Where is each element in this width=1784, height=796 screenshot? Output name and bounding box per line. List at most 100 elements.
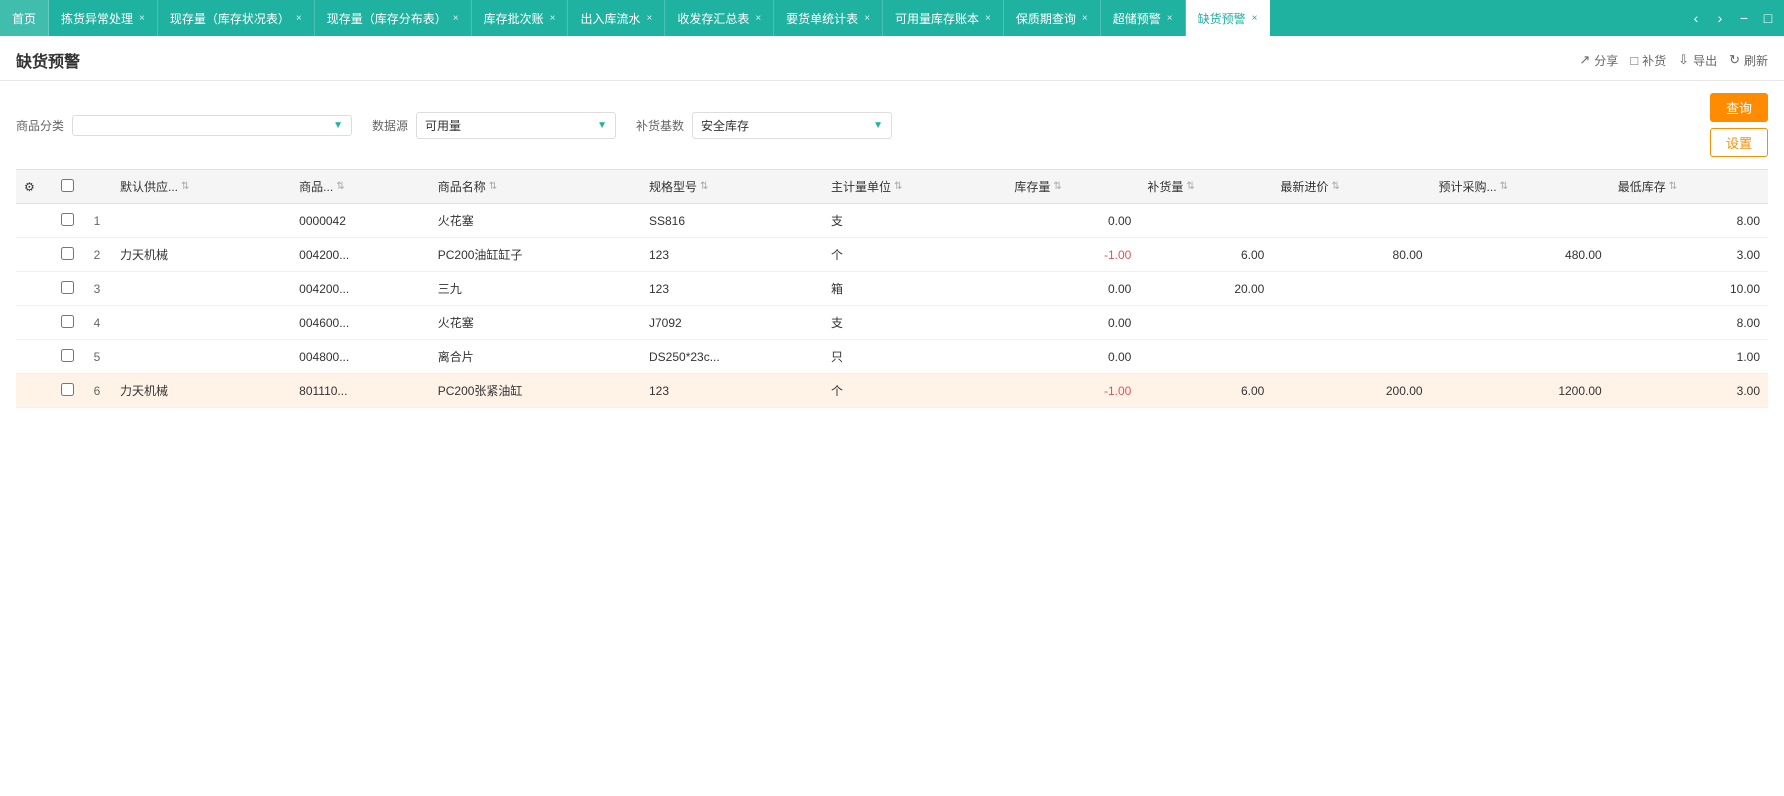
col-estimated-purchase[interactable]: 预计采购... ⇅ [1431,170,1610,204]
category-select[interactable]: ▼ [72,115,352,136]
sort-icon-inventory: ⇅ [1053,181,1061,192]
tab-inventory-status[interactable]: 现存量（库存状况表） × [158,0,315,36]
row-checkbox[interactable] [61,213,74,226]
col-product-code[interactable]: 商品... ⇅ [291,170,430,204]
replenish-base-select[interactable]: 安全库存 ▼ [692,112,892,139]
tab-close-defect-handling[interactable]: × [139,13,145,24]
row-product-name: PC200油缸缸子 [430,238,641,272]
select-all-checkbox[interactable] [61,179,74,192]
row-inventory: 0.00 [1006,306,1139,340]
row-estimated-purchase [1431,340,1610,374]
tab-order-stat[interactable]: 要货单统计表 × [774,0,883,36]
row-estimated-purchase: 480.00 [1431,238,1610,272]
tab-close-receipt-summary[interactable]: × [755,13,761,24]
page-title: 缺货预警 [16,48,80,72]
sort-icon-replenish: ⇅ [1186,181,1194,192]
row-estimated-purchase [1431,204,1610,238]
tab-inout-flow[interactable]: 出入库流水 × [568,0,665,36]
tab-close-overstock-warning[interactable]: × [1167,13,1173,24]
tab-close-inout-flow[interactable]: × [646,13,652,24]
col-min-inventory[interactable]: 最低库存 ⇅ [1610,170,1768,204]
tab-close-expiry-query[interactable]: × [1082,13,1088,24]
tab-prev-btn[interactable]: ‹ [1684,6,1708,30]
category-dropdown-icon: ▼ [333,120,343,131]
replenish-button[interactable]: □ 补货 [1630,52,1666,69]
sort-icon-min-inventory: ⇅ [1669,181,1677,192]
tab-navigation: ‹ › − □ [1680,6,1784,30]
row-num-cell: 2 [82,238,112,272]
tab-close-batch-account[interactable]: × [550,13,556,24]
table-wrapper: ⚙ 默认供应... ⇅ 商品... [0,169,1784,408]
row-checkbox-cell [52,272,82,306]
tab-home[interactable]: 首页 [0,0,49,36]
row-inventory: 0.00 [1006,204,1139,238]
row-min-inventory: 3.00 [1610,238,1768,272]
row-estimated-purchase: 1200.00 [1431,374,1610,408]
col-unit[interactable]: 主计量单位 ⇅ [823,170,1006,204]
row-latest-price: 80.00 [1272,238,1430,272]
datasource-filter-group: 数据源 可用量 ▼ [372,112,616,139]
category-label: 商品分类 [16,117,64,134]
sort-icon-supplier: ⇅ [181,181,189,192]
tab-shortage-warning[interactable]: 缺货预警 × [1186,0,1271,36]
row-replenish-qty [1139,306,1272,340]
tab-defect-handling[interactable]: 拣货异常处理 × [49,0,158,36]
row-checkbox[interactable] [61,349,74,362]
tab-inventory-dist[interactable]: 现存量（库存分布表） × [315,0,472,36]
page-container: 缺货预警 ↗ 分享 □ 补货 ⇩ 导出 ↻ 刷新 商品分类 [0,36,1784,796]
row-spec: SS816 [641,204,823,238]
tab-overstock-warning[interactable]: 超储预警 × [1101,0,1186,36]
export-icon: ⇩ [1678,52,1689,68]
row-supplier [112,306,291,340]
col-inventory[interactable]: 库存量 ⇅ [1006,170,1139,204]
row-latest-price: 200.00 [1272,374,1430,408]
row-product-name: PC200张紧油缸 [430,374,641,408]
export-button[interactable]: ⇩ 导出 [1678,52,1717,69]
query-button[interactable]: 查询 [1710,93,1768,122]
row-checkbox[interactable] [61,383,74,396]
gear-icon[interactable]: ⚙ [24,180,35,194]
col-checkbox-header [52,170,82,204]
tab-next-btn[interactable]: › [1708,6,1732,30]
table-row: 2 力天机械 004200... PC200油缸缸子 123 个 -1.00 6… [16,238,1768,272]
row-product-code: 801110... [291,374,430,408]
tab-minimize-btn[interactable]: − [1732,6,1756,30]
col-default-supplier[interactable]: 默认供应... ⇅ [112,170,291,204]
row-supplier: 力天机械 [112,238,291,272]
table-row: 4 004600... 火花塞 J7092 支 0.00 8.00 [16,306,1768,340]
tab-available-ledger[interactable]: 可用量库存账本 × [883,0,1004,36]
table-header: ⚙ 默认供应... ⇅ 商品... [16,170,1768,204]
tab-maximize-btn[interactable]: □ [1756,6,1780,30]
share-button[interactable]: ↗ 分享 [1579,52,1618,69]
col-spec[interactable]: 规格型号 ⇅ [641,170,823,204]
row-gear-cell [16,306,52,340]
tab-expiry-query[interactable]: 保质期查询 × [1004,0,1101,36]
row-checkbox[interactable] [61,281,74,294]
tab-close-available-ledger[interactable]: × [985,13,991,24]
tab-receipt-summary[interactable]: 收发存汇总表 × [665,0,774,36]
row-latest-price [1272,272,1430,306]
tab-close-shortage-warning[interactable]: × [1252,13,1258,24]
row-product-name: 三九 [430,272,641,306]
refresh-button[interactable]: ↻ 刷新 [1729,52,1768,69]
replenish-base-dropdown-icon: ▼ [873,120,883,131]
row-checkbox[interactable] [61,247,74,260]
col-latest-price[interactable]: 最新进价 ⇅ [1272,170,1430,204]
row-inventory: -1.00 [1006,374,1139,408]
tab-close-inventory-status[interactable]: × [296,13,302,24]
row-checkbox[interactable] [61,315,74,328]
row-product-code: 0000042 [291,204,430,238]
row-replenish-qty: 20.00 [1139,272,1272,306]
col-product-name[interactable]: 商品名称 ⇅ [430,170,641,204]
sort-icon-estimated: ⇅ [1500,181,1508,192]
col-replenish-qty[interactable]: 补货量 ⇅ [1139,170,1272,204]
tab-close-inventory-dist[interactable]: × [453,13,459,24]
tab-close-order-stat[interactable]: × [864,13,870,24]
shortage-table: ⚙ 默认供应... ⇅ 商品... [16,169,1768,408]
row-checkbox-cell [52,306,82,340]
datasource-select[interactable]: 可用量 ▼ [416,112,616,139]
row-spec: 123 [641,374,823,408]
settings-button[interactable]: 设置 [1710,128,1768,157]
row-spec: J7092 [641,306,823,340]
tab-batch-account[interactable]: 库存批次账 × [472,0,569,36]
